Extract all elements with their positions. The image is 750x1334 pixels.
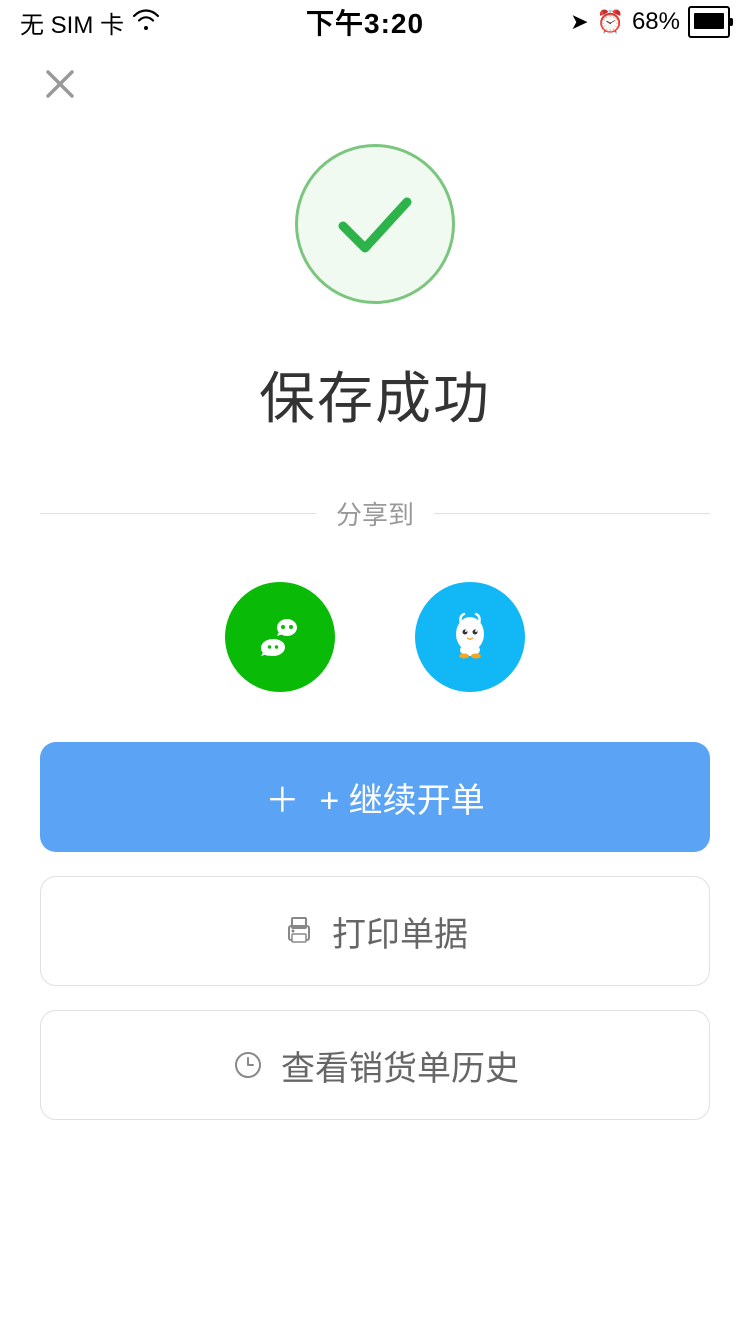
- continue-button[interactable]: ＋ + 继续开单: [40, 742, 710, 852]
- alarm-icon: ⏰: [597, 9, 624, 35]
- wifi-icon: [132, 8, 160, 37]
- battery-label: 68%: [632, 8, 680, 36]
- share-icons: [40, 582, 710, 692]
- wechat-share-button[interactable]: [225, 582, 335, 692]
- success-indicator: [295, 144, 455, 304]
- action-buttons: ＋ + 继续开单 打印单据 查看销货单历史: [0, 742, 750, 1120]
- print-button[interactable]: 打印单据: [40, 876, 710, 986]
- main-content: 保存成功 分享到: [0, 44, 750, 1120]
- status-time: 下午3:20: [306, 2, 424, 42]
- print-icon: [282, 914, 316, 948]
- close-button[interactable]: [30, 54, 90, 114]
- history-label: 查看销货单历史: [281, 1041, 519, 1090]
- battery-icon: [688, 6, 730, 38]
- plus-icon: ＋: [265, 773, 299, 822]
- status-left: 无 SIM 卡: [20, 5, 160, 40]
- location-icon: ➤: [570, 9, 588, 35]
- status-bar: 无 SIM 卡 下午3:20 ➤ ⏰ 68%: [0, 0, 750, 44]
- status-right: ➤ ⏰ 68%: [570, 6, 730, 38]
- history-icon: [231, 1048, 265, 1082]
- no-sim-label: 无 SIM 卡: [20, 5, 124, 40]
- share-section: 分享到: [0, 495, 750, 692]
- history-button[interactable]: 查看销货单历史: [40, 1010, 710, 1120]
- continue-label: + 继续开单: [319, 773, 484, 822]
- share-divider: 分享到: [40, 495, 710, 532]
- success-title: 保存成功: [259, 354, 491, 435]
- qq-share-button[interactable]: [415, 582, 525, 692]
- print-label: 打印单据: [332, 907, 468, 956]
- share-label: 分享到: [336, 495, 414, 532]
